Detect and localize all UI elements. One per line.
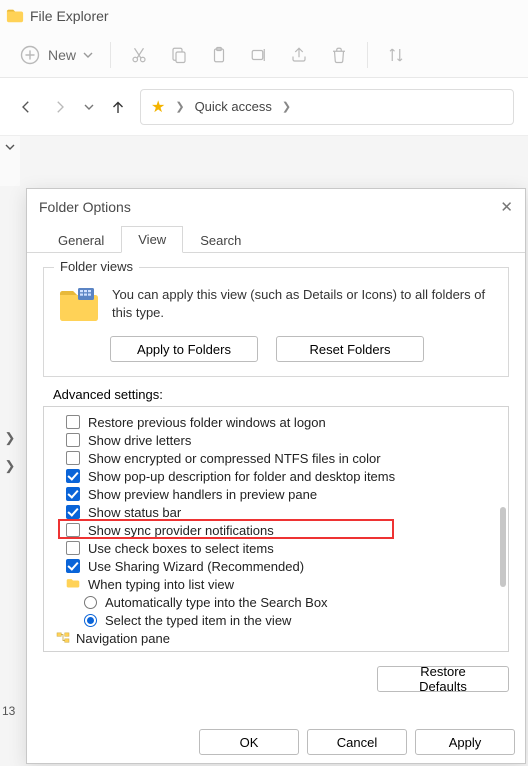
tree-collapse-icon[interactable] xyxy=(0,136,20,186)
option-checkbox[interactable]: Use Sharing Wizard (Recommended) xyxy=(66,557,504,575)
toolbar-separator xyxy=(110,42,111,68)
checkbox-icon xyxy=(66,505,80,519)
checkbox-icon xyxy=(66,487,80,501)
folder-views-group: Folder views You can apply this view (su… xyxy=(43,267,509,377)
scrollbar-thumb[interactable] xyxy=(500,507,506,587)
delete-icon[interactable] xyxy=(327,43,351,67)
plus-circle-icon xyxy=(18,43,42,67)
restore-defaults-button[interactable]: Restore Defaults xyxy=(377,666,509,692)
chevron-down-icon xyxy=(82,43,94,67)
chevron-right-icon: ❯ xyxy=(282,100,291,113)
window-title: File Explorer xyxy=(30,8,109,24)
option-label: Show pop-up description for folder and d… xyxy=(88,469,395,484)
new-button-label: New xyxy=(48,47,76,63)
command-bar: New xyxy=(0,32,528,78)
apply-button[interactable]: Apply xyxy=(415,729,515,755)
checkbox-icon xyxy=(66,541,80,555)
cancel-button[interactable]: Cancel xyxy=(307,729,407,755)
option-label: Automatically type into the Search Box xyxy=(105,595,328,610)
tab-view[interactable]: View xyxy=(121,226,183,253)
breadcrumb-location: Quick access xyxy=(195,99,272,114)
option-label: Show sync provider notifications xyxy=(88,523,274,538)
checkbox-icon xyxy=(66,523,80,537)
checkbox-icon xyxy=(66,433,80,447)
option-checkbox[interactable]: Use check boxes to select items xyxy=(66,539,504,557)
option-group: When typing into list view xyxy=(66,575,504,593)
cut-icon[interactable] xyxy=(127,43,151,67)
back-icon[interactable] xyxy=(14,95,38,119)
close-icon[interactable]: ✕ xyxy=(500,198,513,216)
checkbox-icon xyxy=(66,559,80,573)
star-icon: ★ xyxy=(151,97,165,117)
option-label: Restore previous folder windows at logon xyxy=(88,415,326,430)
chevron-right-icon: ❯ xyxy=(175,100,184,113)
folder-views-icon xyxy=(58,286,100,324)
option-label: Show encrypted or compressed NTFS files … xyxy=(88,451,381,466)
forward-icon[interactable] xyxy=(48,95,72,119)
apply-to-folders-button[interactable]: Apply to Folders xyxy=(110,336,258,362)
breadcrumb[interactable]: ★ ❯ Quick access ❯ xyxy=(140,89,514,125)
option-radio[interactable]: Select the typed item in the view xyxy=(84,611,504,629)
advanced-settings-list[interactable]: Restore previous folder windows at logon… xyxy=(43,406,509,652)
folder-views-description: You can apply this view (such as Details… xyxy=(112,286,494,321)
paste-icon[interactable] xyxy=(207,43,231,67)
dialog-tabs: General View Search xyxy=(27,225,525,253)
chevron-right-icon[interactable]: ❯ xyxy=(5,430,16,446)
folder-options-dialog: Folder Options ✕ General View Search Fol… xyxy=(26,188,526,764)
address-bar-row: ★ ❯ Quick access ❯ xyxy=(0,78,528,136)
option-label: When typing into list view xyxy=(88,577,234,592)
rename-icon[interactable] xyxy=(247,43,271,67)
share-icon[interactable] xyxy=(287,43,311,67)
advanced-settings-label: Advanced settings: xyxy=(53,387,509,402)
copy-icon[interactable] xyxy=(167,43,191,67)
window-titlebar: File Explorer xyxy=(0,0,528,32)
recent-dropdown-icon[interactable] xyxy=(82,95,96,119)
option-label: Show drive letters xyxy=(88,433,191,448)
checkbox-icon xyxy=(66,451,80,465)
toolbar-separator xyxy=(367,42,368,68)
option-checkbox[interactable]: Restore previous folder windows at logon xyxy=(66,413,504,431)
radio-icon xyxy=(84,596,97,609)
folder-icon xyxy=(6,8,24,24)
up-icon[interactable] xyxy=(106,95,130,119)
option-checkbox[interactable]: Show status bar xyxy=(66,503,504,521)
radio-icon xyxy=(84,614,97,627)
option-checkbox[interactable]: Show drive letters xyxy=(66,431,504,449)
chevron-right-icon[interactable]: ❯ xyxy=(5,458,16,474)
option-tree[interactable]: Navigation pane xyxy=(56,629,504,647)
option-checkbox[interactable]: Show sync provider notifications xyxy=(66,521,504,539)
option-label: Use check boxes to select items xyxy=(88,541,274,556)
tab-search[interactable]: Search xyxy=(183,227,258,253)
option-label: Select the typed item in the view xyxy=(105,613,291,628)
option-checkbox[interactable]: Show preview handlers in preview pane xyxy=(66,485,504,503)
new-button[interactable]: New xyxy=(18,43,94,67)
folder-views-legend: Folder views xyxy=(54,259,139,274)
checkbox-icon xyxy=(66,415,80,429)
option-label: Navigation pane xyxy=(76,631,170,646)
dialog-title: Folder Options xyxy=(39,199,131,215)
option-label: Use Sharing Wizard (Recommended) xyxy=(88,559,304,574)
option-label: Show status bar xyxy=(88,505,181,520)
tab-general[interactable]: General xyxy=(41,227,121,253)
option-checkbox[interactable]: Show pop-up description for folder and d… xyxy=(66,467,504,485)
sort-icon[interactable] xyxy=(384,43,408,67)
option-label: Show preview handlers in preview pane xyxy=(88,487,317,502)
reset-folders-button[interactable]: Reset Folders xyxy=(276,336,424,362)
ok-button[interactable]: OK xyxy=(199,729,299,755)
option-radio[interactable]: Automatically type into the Search Box xyxy=(84,593,504,611)
checkbox-icon xyxy=(66,469,80,483)
status-count: 13 xyxy=(2,704,15,718)
option-checkbox[interactable]: Show encrypted or compressed NTFS files … xyxy=(66,449,504,467)
